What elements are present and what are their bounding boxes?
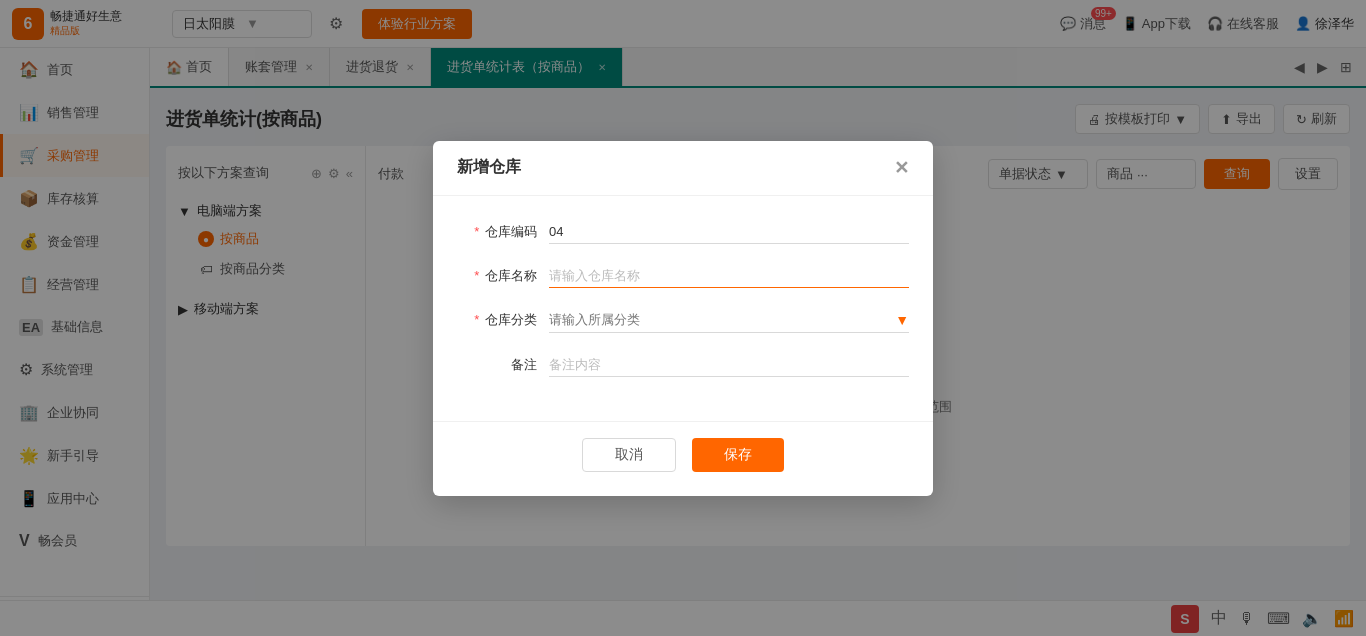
name-label: * 仓库名称 [457,267,537,285]
required-star-code: * [474,224,479,239]
modal-overlay: 新增仓库 ✕ * 仓库编码 * 仓库名称 * [0,0,1366,636]
note-label: 备注 [457,356,537,374]
category-dropdown-icon: ▼ [895,312,909,328]
cancel-button[interactable]: 取消 [582,438,676,472]
code-label: * 仓库编码 [457,223,537,241]
form-row-code: * 仓库编码 [457,220,909,244]
add-warehouse-modal: 新增仓库 ✕ * 仓库编码 * 仓库名称 * [433,141,933,496]
category-select-input[interactable] [549,312,895,327]
form-row-name: * 仓库名称 [457,264,909,288]
modal-title: 新增仓库 [457,157,521,178]
modal-footer: 取消 保存 [433,421,933,496]
warehouse-code-input[interactable] [549,220,909,244]
warehouse-note-input[interactable] [549,353,909,377]
modal-close-button[interactable]: ✕ [894,157,909,179]
form-row-category: * 仓库分类 ▼ [457,308,909,333]
modal-header: 新增仓库 ✕ [433,141,933,196]
warehouse-name-input[interactable] [549,264,909,288]
category-label: * 仓库分类 [457,311,537,329]
form-row-note: 备注 [457,353,909,377]
modal-body: * 仓库编码 * 仓库名称 * 仓库分类 ▼ [433,196,933,421]
save-button[interactable]: 保存 [692,438,784,472]
category-select[interactable]: ▼ [549,308,909,333]
required-star-name: * [474,268,479,283]
required-star-category: * [474,312,479,327]
